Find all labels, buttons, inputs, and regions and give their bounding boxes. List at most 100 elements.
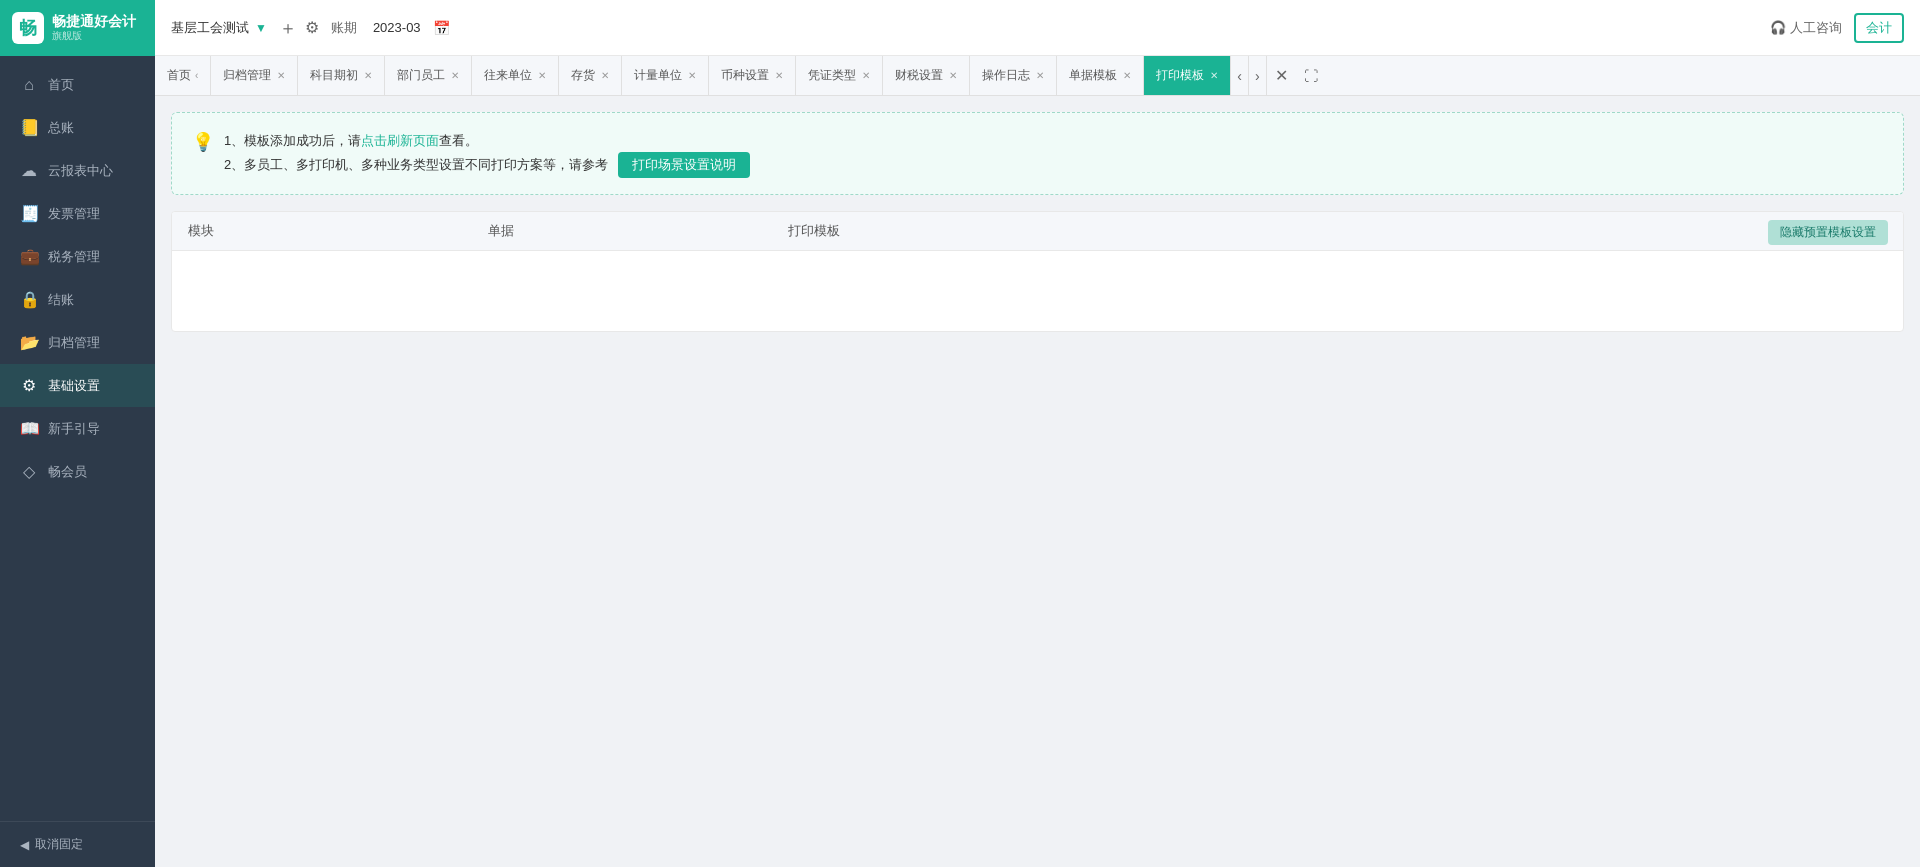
tab-close-icon[interactable]: ✕ (949, 70, 957, 81)
logo-text-block: 畅捷通好会计 旗舰版 (52, 13, 136, 44)
hide-template-button[interactable]: 隐藏预置模板设置 (1768, 220, 1888, 245)
tab-print[interactable]: 打印模板 ✕ (1144, 56, 1231, 96)
print-scene-button[interactable]: 打印场景设置说明 (618, 152, 750, 178)
service-label: 人工咨询 (1790, 19, 1842, 37)
notice-line-1: 1、模板添加成功后，请点击刷新页面查看。 (224, 129, 1883, 152)
tab-dept[interactable]: 部门员工 ✕ (385, 56, 472, 96)
logo-icon: 畅 (12, 12, 44, 44)
sidebar-item-archive[interactable]: 📂 归档管理 (0, 321, 155, 364)
sidebar-item-label: 总账 (48, 119, 74, 137)
tab-label: 往来单位 (484, 67, 532, 84)
sidebar-item-label: 畅会员 (48, 463, 87, 481)
gear-icon[interactable]: ⚙ (305, 18, 319, 37)
sidebar-item-reports[interactable]: ☁ 云报表中心 (0, 149, 155, 192)
topbar-right: 🎧 人工咨询 会计 (1770, 13, 1904, 43)
col-doc: 单据 (472, 212, 772, 250)
col-module: 模块 (172, 212, 472, 250)
settings-icon: ⚙ (20, 376, 38, 395)
period-label: 账期 (331, 19, 357, 37)
sidebar-item-closing[interactable]: 🔒 结账 (0, 278, 155, 321)
cloud-icon: ☁ (20, 161, 38, 180)
tab-stock[interactable]: 存货 ✕ (559, 56, 622, 96)
tab-close-icon[interactable]: ✕ (364, 70, 372, 81)
logo-subtitle: 旗舰版 (52, 29, 136, 43)
tab-label: 首页 (167, 67, 191, 84)
close-all-tabs-button[interactable]: ✕ (1267, 56, 1296, 96)
sidebar-item-tax[interactable]: 💼 税务管理 (0, 235, 155, 278)
sidebar-item-label: 基础设置 (48, 377, 100, 395)
sidebar-item-label: 结账 (48, 291, 74, 309)
tab-next-button[interactable]: › (1249, 56, 1267, 96)
ledger-icon: 📒 (20, 118, 38, 137)
tab-close-icon[interactable]: ✕ (277, 70, 285, 81)
tab-archive[interactable]: 归档管理 ✕ (211, 56, 298, 96)
sidebar-item-basic[interactable]: ⚙ 基础设置 (0, 364, 155, 407)
chevron-icon: ‹ (195, 70, 198, 81)
sidebar-logo: 畅 畅捷通好会计 旗舰版 (0, 0, 155, 56)
kuaiji-button[interactable]: 会计 (1854, 13, 1904, 43)
logo-title: 畅捷通好会计 (52, 13, 136, 30)
unpin-icon: ◀ (20, 838, 29, 852)
member-icon: ◇ (20, 462, 38, 481)
sidebar: 畅 畅捷通好会计 旗舰版 ⌂ 首页 📒 总账 ☁ 云报表中心 🧾 发票管理 💼 … (0, 0, 155, 867)
sidebar-item-label: 新手引导 (48, 420, 100, 438)
tab-close-icon[interactable]: ✕ (538, 70, 546, 81)
col-template: 打印模板 (772, 212, 1903, 250)
notice-line-2: 2、多员工、多打印机、多种业务类型设置不同打印方案等，请参考 打印场景设置说明 (224, 152, 1883, 178)
table-body (172, 251, 1903, 331)
sidebar-footer[interactable]: ◀ 取消固定 (0, 821, 155, 867)
sidebar-item-label: 首页 (48, 76, 74, 94)
table-header: 模块 单据 打印模板 (172, 212, 1903, 251)
sidebar-item-member[interactable]: ◇ 畅会员 (0, 450, 155, 493)
tab-label: 部门员工 (397, 67, 445, 84)
period-value: 2023-03 (373, 20, 421, 35)
sidebar-item-label: 发票管理 (48, 205, 100, 223)
closing-icon: 🔒 (20, 290, 38, 309)
add-company-icon[interactable]: ＋ (279, 16, 297, 40)
tab-close-icon[interactable]: ✕ (1210, 70, 1218, 81)
tab-voucher[interactable]: 凭证类型 ✕ (796, 56, 883, 96)
notice-box: 💡 1、模板添加成功后，请点击刷新页面查看。 2、多员工、多打印机、多种业务类型… (171, 112, 1904, 195)
calendar-icon[interactable]: 📅 (433, 20, 450, 36)
tab-oplog[interactable]: 操作日志 ✕ (970, 56, 1057, 96)
tab-close-icon[interactable]: ✕ (1036, 70, 1044, 81)
topbar: 基层工会测试 ▼ ＋ ⚙ 账期 2023-03 📅 🎧 人工咨询 会计 (155, 0, 1920, 56)
tab-close-icon[interactable]: ✕ (601, 70, 609, 81)
archive-icon: 📂 (20, 333, 38, 352)
tab-expand-button[interactable]: ⛶ (1296, 56, 1326, 96)
tabbar: 首页 ‹ 归档管理 ✕ 科目期初 ✕ 部门员工 ✕ 往来单位 ✕ 存货 ✕ 计量… (155, 56, 1920, 96)
service-button[interactable]: 🎧 人工咨询 (1770, 19, 1842, 37)
tab-label: 存货 (571, 67, 595, 84)
tax-icon: 💼 (20, 247, 38, 266)
company-selector[interactable]: 基层工会测试 ▼ (171, 19, 267, 37)
unpin-label: 取消固定 (35, 836, 83, 853)
tab-label: 币种设置 (721, 67, 769, 84)
tab-contact[interactable]: 往来单位 ✕ (472, 56, 559, 96)
bulb-icon: 💡 (192, 131, 214, 178)
tab-home[interactable]: 首页 ‹ (155, 56, 211, 96)
notice-content: 1、模板添加成功后，请点击刷新页面查看。 2、多员工、多打印机、多种业务类型设置… (224, 129, 1883, 178)
tab-close-icon[interactable]: ✕ (862, 70, 870, 81)
tab-measure[interactable]: 计量单位 ✕ (622, 56, 709, 96)
tab-currency[interactable]: 币种设置 ✕ (709, 56, 796, 96)
sidebar-item-home[interactable]: ⌂ 首页 (0, 64, 155, 106)
company-name: 基层工会测试 (171, 19, 249, 37)
tab-tax-set[interactable]: 财税设置 ✕ (883, 56, 970, 96)
topbar-actions: ＋ ⚙ (279, 16, 319, 40)
tab-label: 凭证类型 (808, 67, 856, 84)
tab-close-icon[interactable]: ✕ (1123, 70, 1131, 81)
sidebar-item-invoice[interactable]: 🧾 发票管理 (0, 192, 155, 235)
tab-close-icon[interactable]: ✕ (451, 70, 459, 81)
tab-label: 财税设置 (895, 67, 943, 84)
sidebar-item-ledger[interactable]: 📒 总账 (0, 106, 155, 149)
tab-single[interactable]: 单据模板 ✕ (1057, 56, 1144, 96)
tab-prev-button[interactable]: ‹ (1231, 56, 1249, 96)
tab-subject[interactable]: 科目期初 ✕ (298, 56, 385, 96)
tab-close-icon[interactable]: ✕ (775, 70, 783, 81)
tab-label: 打印模板 (1156, 67, 1204, 84)
sidebar-item-label: 云报表中心 (48, 162, 113, 180)
sidebar-item-label: 税务管理 (48, 248, 100, 266)
tab-close-icon[interactable]: ✕ (688, 70, 696, 81)
sidebar-item-newbie[interactable]: 📖 新手引导 (0, 407, 155, 450)
refresh-link[interactable]: 点击刷新页面 (361, 133, 439, 148)
